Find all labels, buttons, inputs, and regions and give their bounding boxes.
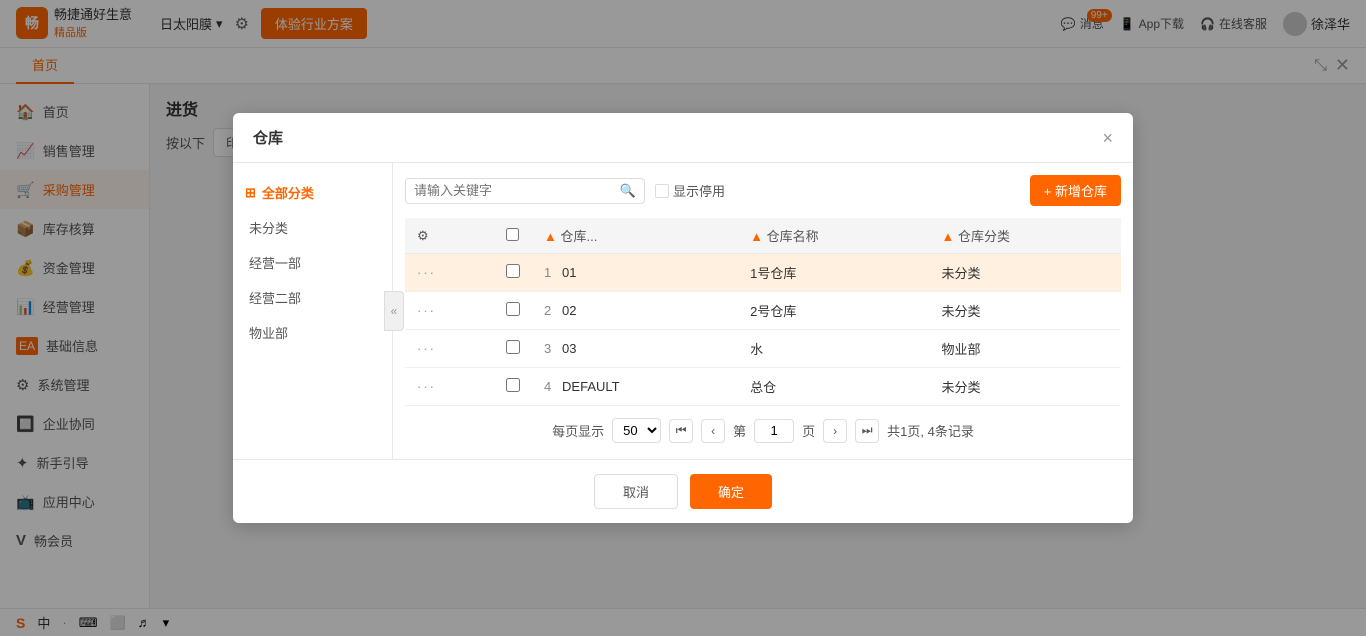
category-item-property[interactable]: 物业部 <box>233 315 392 350</box>
table-row[interactable]: ··· 3 03 水 物业部 <box>405 330 1121 368</box>
table-panel: 🔍 显示停用 + 新增仓库 ⚙ ▲ <box>393 163 1133 459</box>
row-checkbox[interactable] <box>506 378 520 392</box>
modal-footer: 取消 确定 <box>233 459 1133 523</box>
confirm-btn[interactable]: 确定 <box>690 474 772 509</box>
category-grid-icon: ⊞ <box>245 185 256 201</box>
table-toolbar: 🔍 显示停用 + 新增仓库 <box>405 175 1121 206</box>
table-row[interactable]: ··· 1 01 1号仓库 未分类 <box>405 254 1121 292</box>
row-checkbox[interactable] <box>506 340 520 354</box>
modal-header: 仓库 × <box>233 113 1133 163</box>
row-category-cell: 物业部 <box>930 330 1121 368</box>
category-item-ops2[interactable]: 经营二部 <box>233 280 392 315</box>
show-disabled-checkbox[interactable] <box>655 184 669 198</box>
row-name-cell: 水 <box>738 330 929 368</box>
page-summary: 共1页, 4条记录 <box>887 421 974 440</box>
collapse-panel-btn[interactable]: « <box>384 291 404 331</box>
category-header-label: 全部分类 <box>262 183 314 202</box>
search-icon[interactable]: 🔍 <box>620 183 636 199</box>
row-ellipsis[interactable]: ··· <box>405 330 494 368</box>
row-name-cell: 总仓 <box>738 368 929 406</box>
page-label: 第 <box>733 421 746 440</box>
row-category-cell: 未分类 <box>930 254 1121 292</box>
page-size-select[interactable]: 50 <box>612 418 661 443</box>
row-name-cell: 1号仓库 <box>738 254 929 292</box>
row-ellipsis[interactable]: ··· <box>405 292 494 330</box>
first-page-btn[interactable]: ⏮ <box>669 419 693 443</box>
modal-close-btn[interactable]: × <box>1102 129 1113 147</box>
category-item-unclassified[interactable]: 未分类 <box>233 210 392 245</box>
th-checkbox <box>494 218 532 254</box>
th-name: ▲ 仓库名称 <box>738 218 929 254</box>
new-warehouse-btn[interactable]: + 新增仓库 <box>1030 175 1121 206</box>
row-checkbox[interactable] <box>506 302 520 316</box>
row-checkbox-cell <box>494 254 532 292</box>
th-code: ▲ 仓库... <box>532 218 738 254</box>
cancel-btn[interactable]: 取消 <box>594 474 678 509</box>
row-name-cell: 2号仓库 <box>738 292 929 330</box>
row-num-cell: 2 02 <box>532 292 738 330</box>
row-num-cell: 4 DEFAULT <box>532 368 738 406</box>
sort-icon-category: ▲ <box>942 229 955 244</box>
table-body: ··· 1 01 1号仓库 未分类 ··· 2 02 <box>405 254 1121 406</box>
row-ellipsis[interactable]: ··· <box>405 254 494 292</box>
row-num-cell: 3 03 <box>532 330 738 368</box>
row-checkbox-cell <box>494 292 532 330</box>
table-header-row: ⚙ ▲ 仓库... ▲ 仓库名称 ▲ <box>405 218 1121 254</box>
warehouse-table: ⚙ ▲ 仓库... ▲ 仓库名称 ▲ <box>405 218 1121 406</box>
current-page-input[interactable] <box>754 419 794 443</box>
category-item-ops1[interactable]: 经营一部 <box>233 245 392 280</box>
row-ellipsis[interactable]: ··· <box>405 368 494 406</box>
row-checkbox-cell <box>494 330 532 368</box>
row-checkbox[interactable] <box>506 264 520 278</box>
show-disabled-label: 显示停用 <box>673 181 725 200</box>
last-page-btn[interactable]: ⏭ <box>855 419 879 443</box>
row-num-cell: 1 01 <box>532 254 738 292</box>
row-category-cell: 未分类 <box>930 292 1121 330</box>
table-row[interactable]: ··· 4 DEFAULT 总仓 未分类 <box>405 368 1121 406</box>
prev-page-btn[interactable]: ‹ <box>701 419 725 443</box>
page-unit-label: 页 <box>802 421 815 440</box>
row-checkbox-cell <box>494 368 532 406</box>
per-page-label: 每页显示 <box>552 421 604 440</box>
th-category: ▲ 仓库分类 <box>930 218 1121 254</box>
search-input[interactable] <box>414 183 620 198</box>
table-row[interactable]: ··· 2 02 2号仓库 未分类 <box>405 292 1121 330</box>
search-box: 🔍 <box>405 178 645 204</box>
warehouse-modal: 仓库 × ⊞ 全部分类 未分类 经营一部 经营二部 物业部 « 🔍 <box>233 113 1133 523</box>
modal-body: ⊞ 全部分类 未分类 经营一部 经营二部 物业部 « 🔍 显示停用 + 新增 <box>233 163 1133 459</box>
show-disabled-checkbox-area[interactable]: 显示停用 <box>655 181 725 200</box>
select-all-checkbox[interactable] <box>506 228 519 241</box>
category-panel: ⊞ 全部分类 未分类 经营一部 经营二部 物业部 « <box>233 163 393 459</box>
th-settings: ⚙ <box>405 218 494 254</box>
sort-icon-name: ▲ <box>750 229 763 244</box>
row-category-cell: 未分类 <box>930 368 1121 406</box>
modal-title: 仓库 <box>253 127 283 148</box>
sort-icon-code: ▲ <box>544 229 557 244</box>
pagination: 每页显示 50 ⏮ ‹ 第 页 › ⏭ 共1页, 4条记录 <box>405 406 1121 447</box>
next-page-btn[interactable]: › <box>823 419 847 443</box>
category-header[interactable]: ⊞ 全部分类 <box>233 175 392 210</box>
